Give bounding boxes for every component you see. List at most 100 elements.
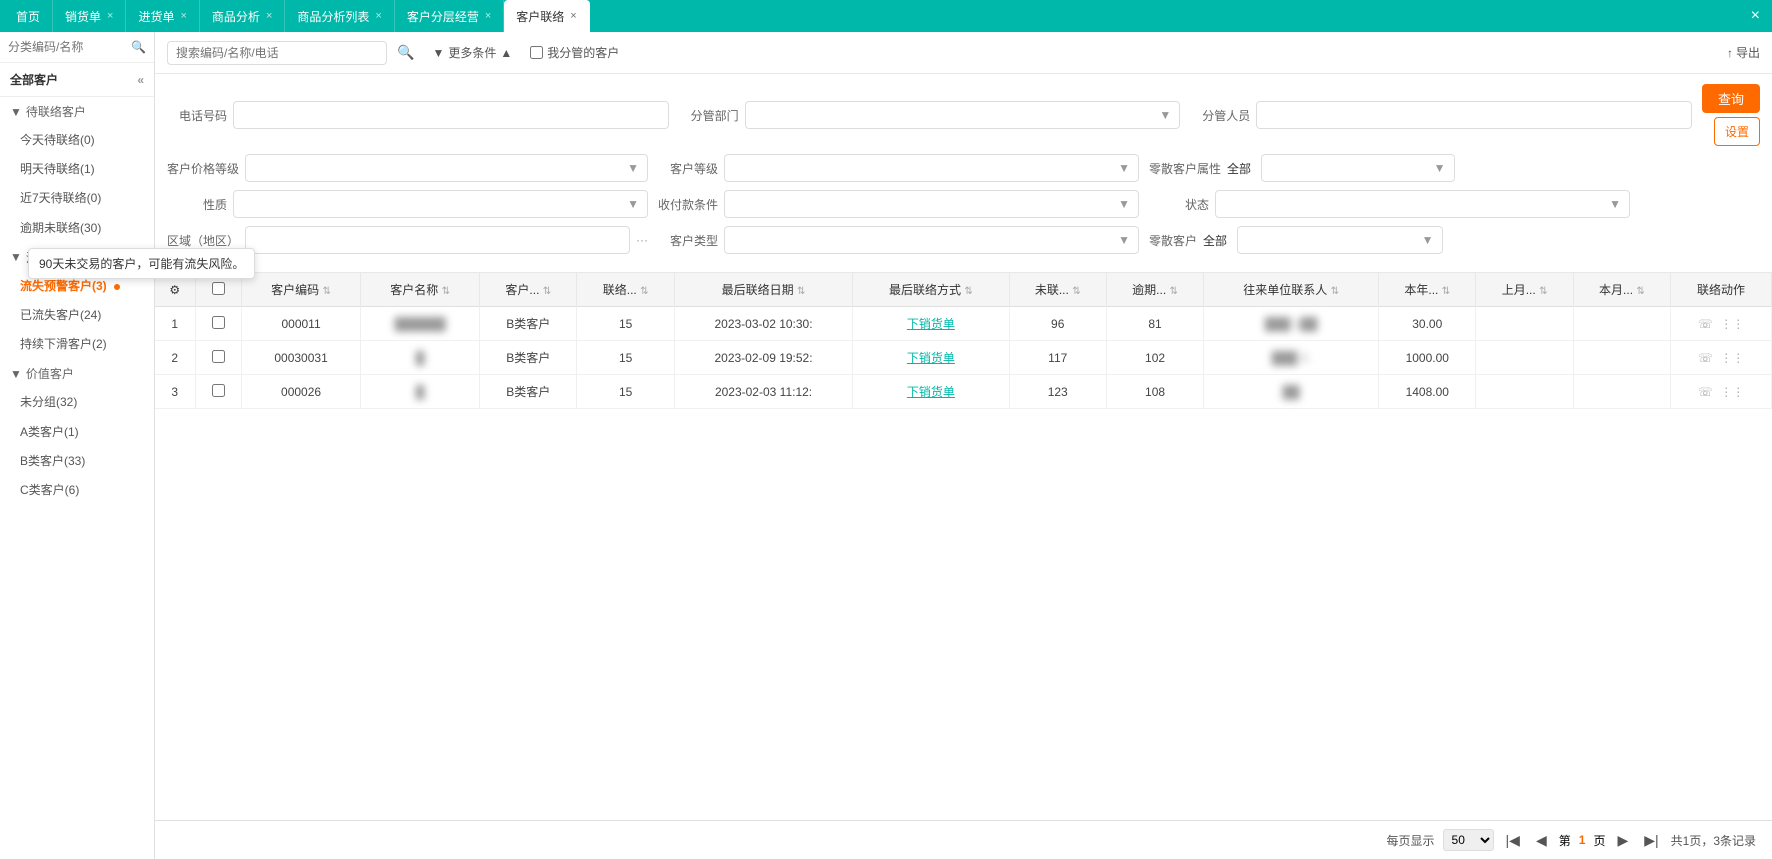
search-input[interactable] xyxy=(167,41,387,65)
sidebar-all-customers[interactable]: 全部客户 « xyxy=(0,63,154,97)
action-contact-icon[interactable]: ☏ xyxy=(1698,351,1713,365)
customer-type-select[interactable]: ▼ xyxy=(724,226,1139,254)
row-action[interactable]: ☏ ⋮⋮ xyxy=(1671,341,1772,375)
tab-customer-segmentation[interactable]: 客户分层经营 × xyxy=(395,0,504,32)
row-name: █ xyxy=(361,375,480,409)
sidebar-search-input[interactable] xyxy=(8,40,127,54)
col-customer-type[interactable]: 客户... ⇅ xyxy=(480,273,577,307)
table-container: ⚙ 客户编码 ⇅ 客户名称 ⇅ 客户... ⇅ xyxy=(155,273,1772,820)
sidebar-item-today[interactable]: 今天待联络(0) xyxy=(0,126,154,155)
tab-sales-close[interactable]: × xyxy=(107,10,113,22)
zero-attr-select[interactable]: ▼ xyxy=(1261,154,1454,182)
price-select[interactable]: ▼ xyxy=(245,154,648,182)
col-contact-count[interactable]: 联络... ⇅ xyxy=(577,273,674,307)
settings-button[interactable]: 设置 xyxy=(1714,117,1760,146)
phone-input[interactable] xyxy=(233,101,669,129)
col-this-month-label: 本月... xyxy=(1599,283,1633,297)
col-code[interactable]: 客户编码 ⇅ xyxy=(242,273,361,307)
export-button[interactable]: ↑ 导出 xyxy=(1727,44,1760,61)
tab-purchase-close[interactable]: × xyxy=(180,10,186,22)
row-checkbox[interactable] xyxy=(195,341,242,375)
region-ellipsis[interactable]: ··· xyxy=(636,233,648,247)
col-this-year[interactable]: 本年... ⇅ xyxy=(1379,273,1476,307)
col-uncontacted[interactable]: 未联... ⇅ xyxy=(1009,273,1106,307)
sidebar-item-churned[interactable]: 已流失客户(24) xyxy=(0,301,154,330)
next-page-button[interactable]: ▶ xyxy=(1613,830,1632,851)
payment-select-arrow: ▼ xyxy=(1118,197,1130,211)
tab-homepage-label: 首页 xyxy=(16,8,40,25)
content-area: 🔍 ▼ 更多条件 ▲ 我分管的客户 ↑ 导出 电话号码 xyxy=(155,32,1772,859)
more-conditions-button[interactable]: ▼ 更多条件 ▲ xyxy=(424,40,520,65)
row-last-type[interactable]: 下销货单 xyxy=(853,375,1009,409)
row-last-type[interactable]: 下销货单 xyxy=(853,307,1009,341)
action-more-icon[interactable]: ⋮⋮ xyxy=(1720,385,1744,399)
col-code-label: 客户编码 xyxy=(271,283,319,297)
row-last-type[interactable]: 下销货单 xyxy=(853,341,1009,375)
col-last-type[interactable]: 最后联络方式 ⇅ xyxy=(853,273,1009,307)
tab-product-analysis-list-close[interactable]: × xyxy=(375,10,381,22)
region-input[interactable] xyxy=(245,226,630,254)
first-page-button[interactable]: |◀ xyxy=(1502,830,1524,851)
action-more-icon[interactable]: ⋮⋮ xyxy=(1720,351,1744,365)
select-all-checkbox[interactable] xyxy=(212,282,225,295)
tab-customer-segmentation-close[interactable]: × xyxy=(485,10,491,22)
action-contact-icon[interactable]: ☏ xyxy=(1698,385,1713,399)
query-button[interactable]: 查询 xyxy=(1702,84,1760,113)
person-input[interactable] xyxy=(1256,101,1692,129)
row-uncontacted: 96 xyxy=(1009,307,1106,341)
sidebar-collapse-icon[interactable]: « xyxy=(137,73,144,87)
tab-customer-segmentation-label: 客户分层经营 xyxy=(407,8,479,25)
tab-product-analysis[interactable]: 商品分析 × xyxy=(200,0,285,32)
payment-select[interactable]: ▼ xyxy=(724,190,1139,218)
nature-select[interactable]: ▼ xyxy=(233,190,648,218)
tab-sales[interactable]: 销货单 × xyxy=(53,0,126,32)
sidebar-item-class-a[interactable]: A类客户(1) xyxy=(0,418,154,447)
row-this-year: 1000.00 xyxy=(1379,341,1476,375)
col-contact-person[interactable]: 往来单位联系人 ⇅ xyxy=(1204,273,1379,307)
tab-customer-contact[interactable]: 客户联络 × xyxy=(504,0,589,32)
col-last-date-sort: ⇅ xyxy=(797,286,805,297)
customer-level-select[interactable]: ▼ xyxy=(724,154,1139,182)
col-overdue[interactable]: 逾期... ⇅ xyxy=(1106,273,1203,307)
tab-homepage[interactable]: 首页 xyxy=(4,0,53,32)
action-more-icon[interactable]: ⋮⋮ xyxy=(1720,317,1744,331)
row-checkbox[interactable] xyxy=(195,375,242,409)
col-this-month[interactable]: 本月... ⇅ xyxy=(1573,273,1670,307)
sidebar-item-ungroup[interactable]: 未分组(32) xyxy=(0,388,154,417)
row-contact-person: ███ 3. xyxy=(1204,341,1379,375)
row-checkbox[interactable] xyxy=(195,307,242,341)
last-page-button[interactable]: ▶| xyxy=(1640,830,1662,851)
prev-page-button[interactable]: ◀ xyxy=(1532,830,1551,851)
sidebar-group-pending[interactable]: ▼ 待联络客户 xyxy=(0,97,154,126)
tab-bar-close-all[interactable]: × xyxy=(1739,7,1772,25)
sidebar-item-overdue[interactable]: 逾期未联络(30) xyxy=(0,214,154,243)
row-action[interactable]: ☏ ⋮⋮ xyxy=(1671,307,1772,341)
my-customers-checkbox[interactable]: 我分管的客户 xyxy=(530,44,619,61)
search-button[interactable]: 🔍 xyxy=(397,44,414,61)
sidebar-item-tomorrow[interactable]: 明天待联络(1) xyxy=(0,155,154,184)
sidebar-group-value[interactable]: ▼ 价值客户 xyxy=(0,359,154,388)
col-last-month[interactable]: 上月... ⇅ xyxy=(1476,273,1573,307)
action-contact-icon[interactable]: ☏ xyxy=(1698,317,1713,331)
row-contact-count: 15 xyxy=(577,307,674,341)
my-customers-checkbox-input[interactable] xyxy=(530,46,543,59)
tab-customer-contact-close[interactable]: × xyxy=(570,10,576,22)
per-page-select[interactable]: 50 100 200 xyxy=(1443,829,1494,851)
sidebar-item-class-b[interactable]: B类客户(33) xyxy=(0,447,154,476)
tab-product-analysis-close[interactable]: × xyxy=(266,10,272,22)
row-action[interactable]: ☏ ⋮⋮ xyxy=(1671,375,1772,409)
col-contact-person-sort: ⇅ xyxy=(1331,286,1339,297)
col-name[interactable]: 客户名称 ⇅ xyxy=(361,273,480,307)
status-select[interactable]: ▼ xyxy=(1215,190,1630,218)
dept-select[interactable]: ▼ xyxy=(745,101,1181,129)
tab-product-analysis-list[interactable]: 商品分析列表 × xyxy=(285,0,394,32)
col-last-date[interactable]: 最后联络日期 ⇅ xyxy=(674,273,853,307)
sidebar-item-churn-dot xyxy=(114,284,120,290)
sidebar-item-class-c[interactable]: C类客户(6) xyxy=(0,476,154,505)
zero-customer-select[interactable]: ▼ xyxy=(1237,226,1442,254)
col-last-month-sort: ⇅ xyxy=(1539,286,1547,297)
col-action: 联络动作 xyxy=(1671,273,1772,307)
sidebar-item-7days[interactable]: 近7天待联络(0) xyxy=(0,184,154,213)
tab-purchase[interactable]: 进货单 × xyxy=(126,0,199,32)
sidebar-item-declining[interactable]: 持续下滑客户(2) xyxy=(0,330,154,359)
